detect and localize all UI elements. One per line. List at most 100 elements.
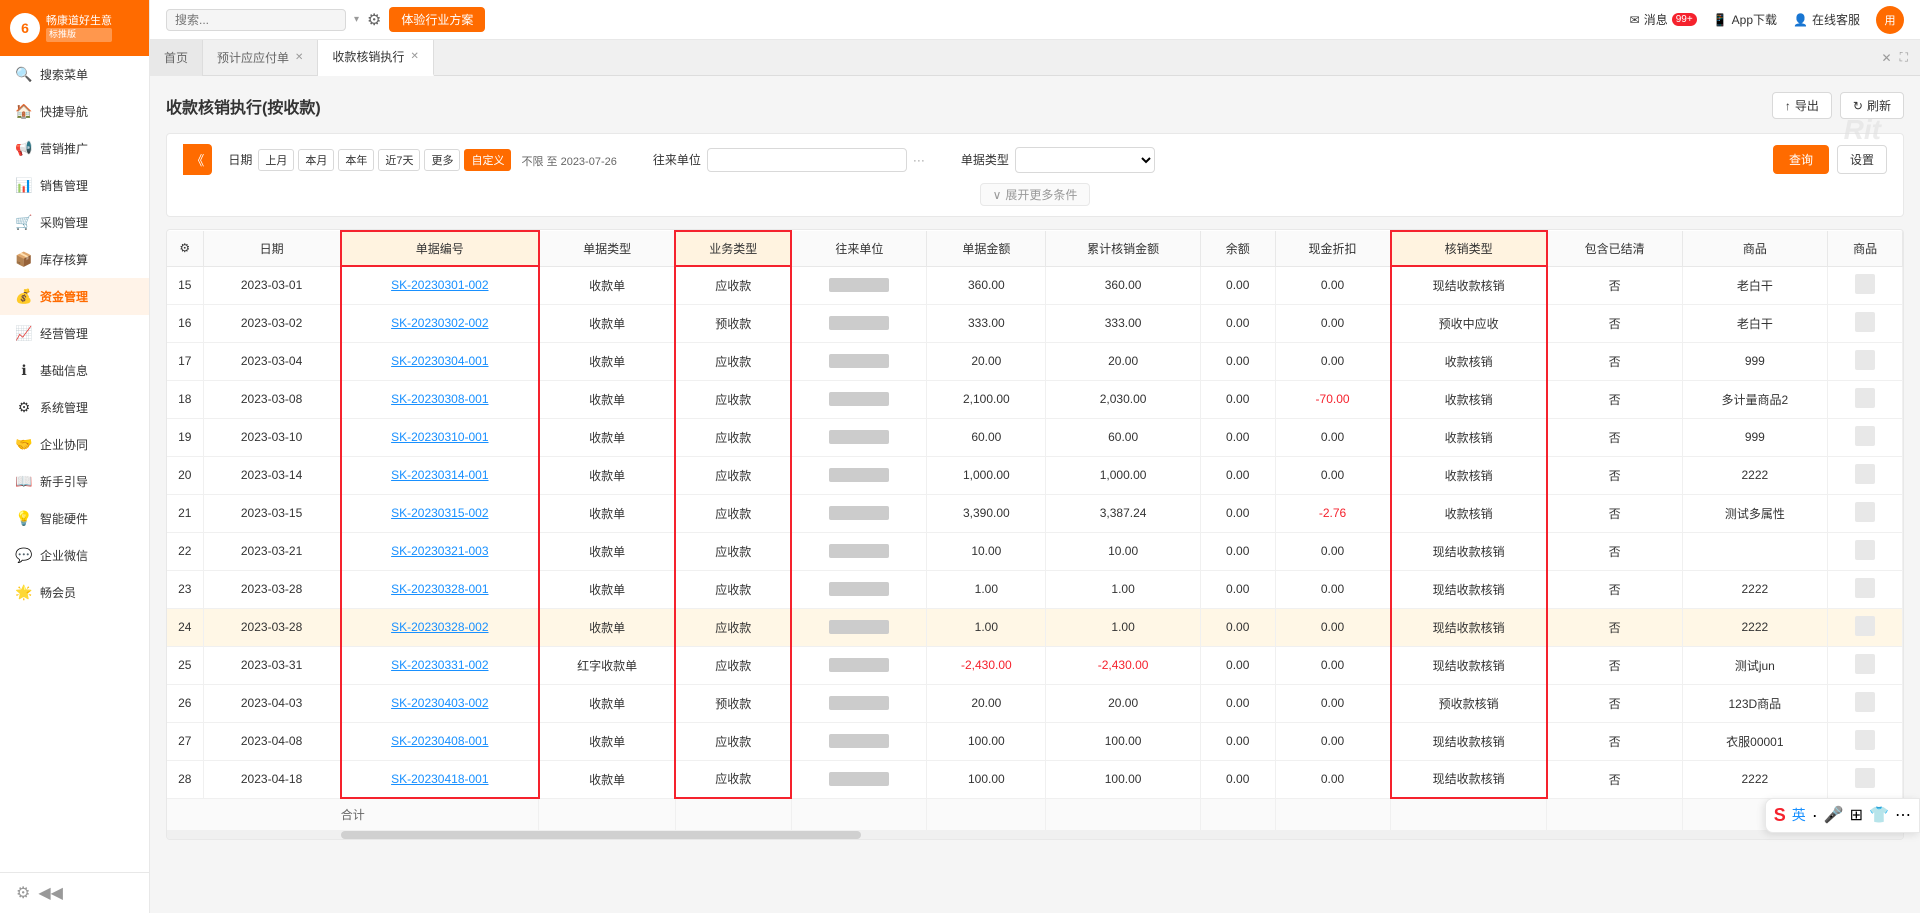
doc-no-link[interactable]: SK-20230301-002: [391, 278, 488, 292]
page-header: 收款核销执行(按收款) ↑ 导出 ↻ 刷新: [166, 92, 1904, 119]
topbar-gear-icon[interactable]: ⚙: [367, 10, 381, 30]
query-btn[interactable]: 查询: [1773, 145, 1829, 174]
ime-grid-icon[interactable]: ⊞: [1850, 805, 1863, 826]
footer-empty1: [539, 798, 675, 831]
export-btn[interactable]: ↑ 导出: [1772, 92, 1832, 119]
online-service-btn[interactable]: 👤 在线客服: [1793, 11, 1860, 28]
col-gear[interactable]: ⚙: [167, 231, 203, 266]
cell-date: 2023-04-18: [203, 760, 341, 798]
ime-extra-icon[interactable]: ⋯: [1895, 805, 1911, 826]
sidebar-item-新手引导[interactable]: 📖新手引导: [0, 463, 149, 500]
cell-cash-discount: 0.00: [1275, 418, 1390, 456]
sidebar-item-企业协同[interactable]: 🤝企业协同: [0, 426, 149, 463]
doc-no-link[interactable]: SK-20230304-001: [391, 354, 488, 368]
cell-cum-writeoff: 1,000.00: [1046, 456, 1200, 494]
horizontal-scrollbar[interactable]: [167, 831, 1903, 839]
message-btn[interactable]: ✉ 消息 99+: [1630, 11, 1697, 28]
cell-cash-discount: 0.00: [1275, 722, 1390, 760]
topbar-search-input[interactable]: [166, 9, 346, 31]
ime-eng-icon[interactable]: 英: [1792, 805, 1806, 826]
expand-more-btn[interactable]: ∨ 展开更多条件: [980, 183, 1091, 206]
sidebar-item-资金管理[interactable]: 💰资金管理: [0, 278, 149, 315]
scrollbar-thumb[interactable]: [341, 831, 862, 839]
cell-writeoff-type: 现结收款核销: [1391, 760, 1547, 798]
cell-amount: 360.00: [927, 266, 1046, 304]
custom-date-btn[interactable]: 自定义: [464, 149, 511, 171]
settings-icon[interactable]: ⚙: [16, 883, 30, 903]
cell-doc-type: 收款单: [539, 342, 675, 380]
cell-writeoff-type: 预收中应收: [1391, 304, 1547, 342]
cell-writeoff-type: 现结收款核销: [1391, 722, 1547, 760]
tab-write-off[interactable]: 收款核销执行 ✕: [318, 40, 433, 76]
doc-no-link[interactable]: SK-20230314-001: [391, 468, 488, 482]
ime-mic-icon[interactable]: 🎤: [1824, 805, 1844, 826]
cell-doc-no: SK-20230315-002: [341, 494, 539, 532]
doc-no-link[interactable]: SK-20230310-001: [391, 430, 488, 444]
sidebar-item-企业微信[interactable]: 💬企业微信: [0, 537, 149, 574]
this-month-btn[interactable]: 本月: [298, 149, 334, 171]
cell-biz-type: 应收款: [675, 266, 791, 304]
sidebar-item-销售管理[interactable]: 📊销售管理: [0, 167, 149, 204]
doc-no-link[interactable]: SK-20230321-003: [391, 544, 488, 558]
doc-no-link[interactable]: SK-20230408-001: [391, 734, 488, 748]
sidebar-item-智能硬件[interactable]: 💡智能硬件: [0, 500, 149, 537]
sidebar-item-经营管理[interactable]: 📈经营管理: [0, 315, 149, 352]
cell-cash-discount: -2.76: [1275, 494, 1390, 532]
date-range-text: 不限 至 2023-07-26: [521, 153, 616, 169]
user-avatar[interactable]: 用: [1876, 6, 1904, 34]
message-icon: ✉: [1630, 13, 1640, 27]
sidebar-item-搜索菜单[interactable]: 🔍搜索菜单: [0, 56, 149, 93]
main-area: ▾ ⚙ 体验行业方案 ✉ 消息 99+ 📱 App下载 👤 在线客服 用 首页: [150, 0, 1920, 913]
receipt-type-select[interactable]: [1015, 147, 1155, 173]
dropdown-arrow-icon[interactable]: ▾: [354, 14, 359, 25]
ime-dot-icon[interactable]: ·: [1812, 805, 1818, 826]
app-download-btn[interactable]: 📱 App下载: [1713, 11, 1777, 28]
close-all-icon[interactable]: ✕: [1882, 51, 1892, 65]
this-year-btn[interactable]: 本年: [338, 149, 374, 171]
sidebar-item-快捷导航[interactable]: 🏠快捷导航: [0, 93, 149, 130]
filter-expand-btn[interactable]: 《: [183, 144, 212, 175]
sidebar-item-库存核算[interactable]: 📦库存核算: [0, 241, 149, 278]
doc-no-link[interactable]: SK-20230308-001: [391, 392, 488, 406]
last-7days-btn[interactable]: 近7天: [378, 149, 420, 171]
ime-s-icon[interactable]: S: [1774, 805, 1786, 826]
cell-include-settled: 否: [1547, 494, 1682, 532]
receipt-type-label: 单据类型: [961, 151, 1009, 168]
tab-home[interactable]: 首页: [150, 40, 203, 76]
sidebar-item-营销推广[interactable]: 📢营销推广: [0, 130, 149, 167]
refresh-btn[interactable]: ↻ 刷新: [1840, 92, 1904, 119]
cell-writeoff-type: 预收款核销: [1391, 684, 1547, 722]
doc-no-link[interactable]: SK-20230315-002: [391, 506, 488, 520]
cell-no: 20: [167, 456, 203, 494]
sidebar-item-采购管理[interactable]: 🛒采购管理: [0, 204, 149, 241]
settings-btn[interactable]: 设置: [1837, 145, 1887, 174]
cell-product2: [1828, 380, 1903, 418]
last-month-btn[interactable]: 上月: [258, 149, 294, 171]
partner-dots-icon[interactable]: ···: [913, 153, 925, 167]
industry-btn[interactable]: 体验行业方案: [389, 7, 485, 32]
sidebar-nav: 🔍搜索菜单🏠快捷导航📢营销推广📊销售管理🛒采购管理📦库存核算💰资金管理📈经营管理…: [0, 56, 149, 611]
sidebar-item-系统管理[interactable]: ⚙系统管理: [0, 389, 149, 426]
doc-no-link[interactable]: SK-20230403-002: [391, 696, 488, 710]
payable-tab-close-icon[interactable]: ✕: [295, 52, 303, 63]
cell-doc-no: SK-20230328-001: [341, 570, 539, 608]
sidebar-item-畅会员[interactable]: 🌟畅会员: [0, 574, 149, 611]
maximize-icon[interactable]: ⛶: [1900, 50, 1908, 65]
tab-payable[interactable]: 预计应应付单 ✕: [203, 40, 318, 76]
doc-no-link[interactable]: SK-20230328-002: [391, 620, 488, 634]
more-dates-btn[interactable]: 更多: [424, 149, 460, 171]
partner-filter-input[interactable]: [707, 148, 907, 172]
cell-product1: 123D商品: [1682, 684, 1828, 722]
doc-no-link[interactable]: SK-20230331-002: [391, 658, 488, 672]
col-include-settled: 包含已结清: [1547, 231, 1682, 266]
sidebar-icon-7: 📈: [16, 326, 32, 342]
sidebar-item-基础信息[interactable]: ℹ基础信息: [0, 352, 149, 389]
ime-shirt-icon[interactable]: 👕: [1869, 805, 1889, 826]
cell-doc-no: SK-20230308-001: [341, 380, 539, 418]
logo-text: 畅康道好生意 标推版: [46, 14, 112, 42]
doc-no-link[interactable]: SK-20230418-001: [391, 772, 488, 786]
doc-no-link[interactable]: SK-20230302-002: [391, 316, 488, 330]
collapse-icon[interactable]: ◀◀: [38, 883, 63, 903]
write-off-tab-close-icon[interactable]: ✕: [410, 51, 418, 62]
doc-no-link[interactable]: SK-20230328-001: [391, 582, 488, 596]
